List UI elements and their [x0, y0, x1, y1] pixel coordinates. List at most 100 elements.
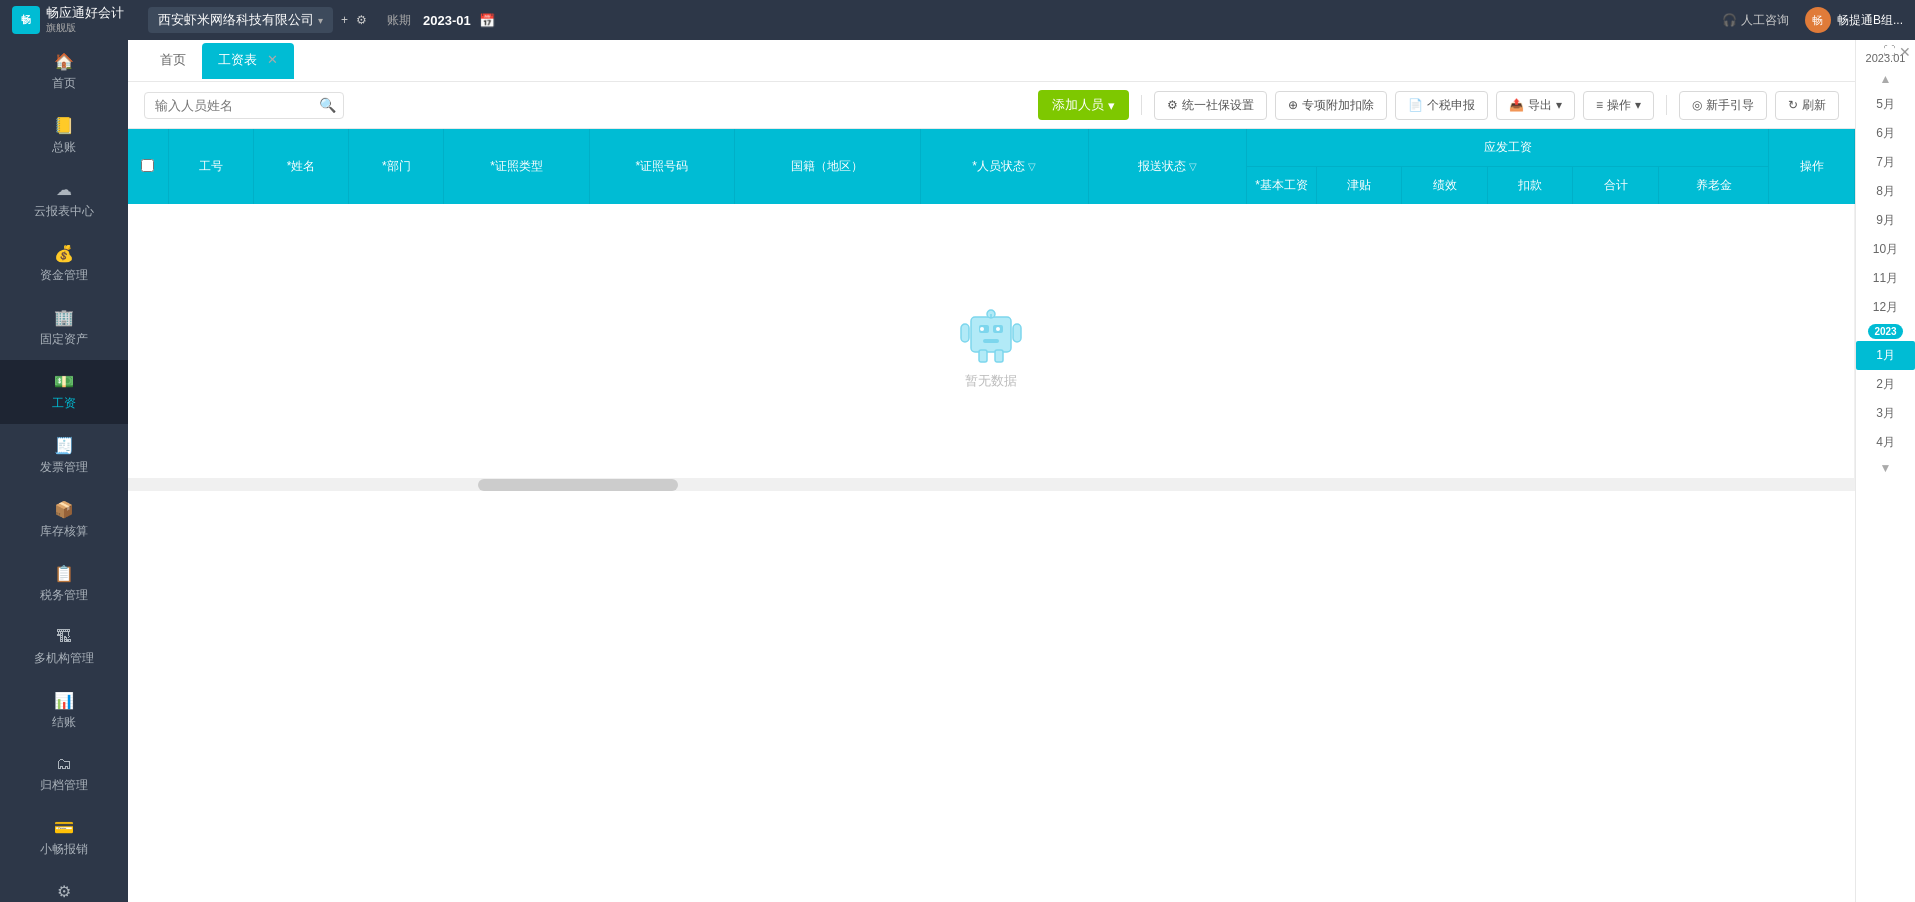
empty-text: 暂无数据	[965, 372, 1017, 390]
toolbar: 🔍 添加人员 ▾ ⚙ 统一社保设置 ⊕ 专项附加扣除	[128, 82, 1855, 129]
export-button[interactable]: 📤 导出 ▾	[1496, 91, 1575, 120]
th-checkbox[interactable]	[128, 129, 168, 204]
month-8[interactable]: 8月	[1856, 177, 1915, 206]
refresh-button[interactable]: ↻ 刷新	[1775, 91, 1839, 120]
tab-close-icon[interactable]: ✕	[267, 52, 278, 67]
new-guide-button[interactable]: ◎ 新手引导	[1679, 91, 1767, 120]
export-dropdown-icon: ▾	[1556, 98, 1562, 112]
th-name: *姓名	[253, 129, 348, 204]
sidebar-label-expense: 小畅报销	[40, 841, 88, 858]
add-company-button[interactable]: +	[341, 13, 348, 27]
month-11[interactable]: 11月	[1856, 264, 1915, 293]
sidebar-label-home: 首页	[52, 75, 76, 92]
user-avatar[interactable]: 畅 畅提通B组...	[1805, 7, 1903, 33]
th-total: 合计	[1573, 167, 1658, 205]
social-insurance-button[interactable]: ⚙ 统一社保设置	[1154, 91, 1267, 120]
add-person-button[interactable]: 添加人员 ▾	[1038, 90, 1129, 120]
period-label: 账期	[387, 12, 411, 29]
report-filter-icon[interactable]: ▽	[1189, 161, 1197, 172]
sidebar-item-invoice[interactable]: 🧾 发票管理	[0, 424, 128, 488]
expense-icon: 💳	[54, 818, 74, 837]
logo-title: 畅应通好会计	[46, 5, 124, 21]
svg-rect-8	[979, 350, 987, 362]
search-input[interactable]	[144, 92, 344, 119]
sidebar-label-archive: 归档管理	[40, 777, 88, 794]
personal-tax-button[interactable]: 📄 个税申报	[1395, 91, 1488, 120]
month-5[interactable]: 5月	[1856, 90, 1915, 119]
month-3-2023[interactable]: 3月	[1856, 399, 1915, 428]
sidebar-item-expense[interactable]: 💳 小畅报销	[0, 806, 128, 870]
scroll-down-button[interactable]: ▼	[1856, 457, 1915, 479]
month-7[interactable]: 7月	[1856, 148, 1915, 177]
tax-icon: 📋	[54, 564, 74, 583]
sidebar-label-cloud-report: 云报表中心	[34, 203, 94, 220]
export-icon: 📤	[1509, 98, 1524, 112]
settings-button[interactable]: ⚙	[356, 13, 367, 27]
logo-icon: 畅	[12, 6, 40, 34]
th-country: 国籍（地区）	[735, 129, 921, 204]
th-department: *部门	[349, 129, 444, 204]
month-12[interactable]: 12月	[1856, 293, 1915, 322]
sidebar-item-fund[interactable]: 💰 资金管理	[0, 232, 128, 296]
company-selector[interactable]: 西安虾米网络科技有限公司 ▾	[148, 7, 333, 33]
sidebar-item-cloud-report[interactable]: ☁ 云报表中心	[0, 168, 128, 232]
maximize-icon[interactable]: ⛶	[1883, 44, 1895, 58]
horizontal-scrollbar[interactable]	[128, 479, 1855, 491]
sidebar-item-close[interactable]: 📊 结账	[0, 679, 128, 743]
sidebar-label-fund: 资金管理	[40, 267, 88, 284]
close-panel-button[interactable]: ✕	[1899, 44, 1911, 60]
th-operations: 操作	[1769, 129, 1855, 204]
close-period-icon: 📊	[54, 691, 74, 710]
status-filter-icon[interactable]: ▽	[1028, 161, 1036, 172]
user-service-button[interactable]: 🎧 人工咨询	[1722, 12, 1789, 29]
select-all-checkbox[interactable]	[141, 159, 154, 172]
month-9[interactable]: 9月	[1856, 206, 1915, 235]
year-2023-label: 2023	[1868, 324, 1902, 339]
chevron-down-icon: ▾	[318, 15, 323, 26]
header-left: 畅 畅应通好会计 旗舰版 西安虾米网络科技有限公司 ▾ + ⚙ 账期 2023-…	[12, 5, 495, 35]
month-2-2023[interactable]: 2月	[1856, 370, 1915, 399]
user-name: 畅提通B组...	[1837, 12, 1903, 29]
search-wrap: 🔍	[144, 92, 344, 119]
sidebar-item-fixed-asset[interactable]: 🏢 固定资产	[0, 296, 128, 360]
sidebar-item-basic-settings[interactable]: ⚙ 基础设置	[0, 870, 128, 902]
toolbar-right: 添加人员 ▾ ⚙ 统一社保设置 ⊕ 专项附加扣除 📄 个税申报	[1038, 90, 1839, 120]
operations-button[interactable]: ≡ 操作 ▾	[1583, 91, 1654, 120]
operations-icon: ≡	[1596, 98, 1603, 112]
sidebar-item-home[interactable]: 🏠 首页	[0, 40, 128, 104]
social-icon: ⚙	[1167, 98, 1178, 112]
sidebar-item-inventory[interactable]: 📦 库存核算	[0, 488, 128, 552]
sidebar-item-tax[interactable]: 📋 税务管理	[0, 552, 128, 616]
empty-state: 暂无数据	[136, 212, 1846, 470]
tab-salary-table[interactable]: 工资表 ✕	[202, 43, 294, 79]
sidebar-label-ledger: 总账	[52, 139, 76, 156]
th-employee-id: 工号	[168, 129, 253, 204]
main-layout: 🏠 首页 📒 总账 ☁ 云报表中心 💰 资金管理 🏢 固定资产 💵 工资	[0, 40, 1915, 902]
period-edit-icon[interactable]: 📅	[479, 13, 495, 28]
special-deduction-button[interactable]: ⊕ 专项附加扣除	[1275, 91, 1387, 120]
th-base-salary: *基本工资	[1247, 167, 1317, 205]
sidebar-item-ledger[interactable]: 📒 总账	[0, 104, 128, 168]
scroll-up-button[interactable]: ▲	[1856, 68, 1915, 90]
sidebar-label-invoice: 发票管理	[40, 459, 88, 476]
svg-point-11	[996, 327, 1000, 331]
sidebar-item-salary[interactable]: 💵 工资	[0, 360, 128, 424]
table-wrapper: 工号 *姓名 *部门 *证照类型 *证照号码 国籍（地区） *人员状态 ▽	[128, 129, 1855, 902]
th-salary-group: 应发工资	[1247, 129, 1769, 167]
sidebar-item-archive[interactable]: 🗂 归档管理	[0, 743, 128, 806]
month-6[interactable]: 6月	[1856, 119, 1915, 148]
month-10[interactable]: 10月	[1856, 235, 1915, 264]
search-icon: 🔍	[319, 97, 336, 113]
headset-icon: 🎧	[1722, 13, 1737, 27]
sidebar-label-multi-org: 多机构管理	[34, 650, 94, 667]
date-panel: ⛶ ✕ 2023.01 ▲ 5月 6月 7月 8月 9月 10月 11月 12月…	[1855, 40, 1915, 902]
sidebar-item-multi-org[interactable]: 🏗 多机构管理	[0, 616, 128, 679]
svg-rect-0	[971, 317, 1011, 352]
tab-home[interactable]: 首页	[144, 43, 202, 79]
basic-settings-icon: ⚙	[57, 882, 71, 901]
tab-bar: 首页 工资表 ✕	[128, 40, 1855, 82]
scroll-thumb[interactable]	[478, 479, 678, 491]
month-1-2023[interactable]: 1月	[1856, 341, 1915, 370]
month-4-2023[interactable]: 4月	[1856, 428, 1915, 457]
tab-salary-label: 工资表	[218, 52, 257, 67]
